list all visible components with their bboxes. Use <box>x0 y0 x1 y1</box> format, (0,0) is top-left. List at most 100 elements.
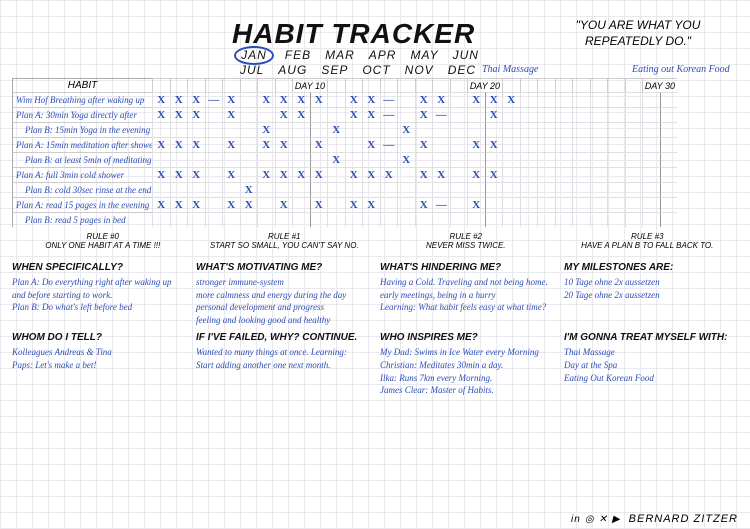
habit-cell[interactable] <box>572 197 590 212</box>
habit-cell[interactable] <box>642 197 660 212</box>
habit-cell[interactable] <box>205 182 223 197</box>
habit-cell[interactable] <box>502 152 520 167</box>
habit-cell[interactable] <box>467 152 485 167</box>
habit-cell[interactable]: X <box>222 167 240 182</box>
habit-cell[interactable] <box>292 197 310 212</box>
habit-cell[interactable] <box>205 152 223 167</box>
habit-cell[interactable] <box>187 212 205 227</box>
habit-cell[interactable] <box>642 182 660 197</box>
habit-cell[interactable]: X <box>275 137 293 152</box>
habit-cell[interactable] <box>625 197 643 212</box>
habit-cell[interactable] <box>625 107 643 122</box>
habit-cell[interactable] <box>590 92 608 107</box>
habit-cell[interactable] <box>502 167 520 182</box>
habit-cell[interactable] <box>537 212 555 227</box>
habit-cell[interactable] <box>275 152 293 167</box>
habit-cell[interactable] <box>537 152 555 167</box>
habit-cell[interactable] <box>572 212 590 227</box>
habit-cell[interactable] <box>152 212 170 227</box>
habit-cell[interactable] <box>187 152 205 167</box>
habit-cell[interactable] <box>327 167 345 182</box>
habit-cell[interactable] <box>275 182 293 197</box>
habit-cell[interactable] <box>537 137 555 152</box>
social-icon[interactable]: ▶ <box>612 514 621 525</box>
habit-cell[interactable] <box>660 167 678 182</box>
habit-cell[interactable]: — <box>432 197 450 212</box>
habit-cell[interactable]: X <box>152 92 170 107</box>
habit-cell[interactable] <box>485 122 503 137</box>
habit-cell[interactable]: X <box>275 92 293 107</box>
habit-cell[interactable] <box>205 137 223 152</box>
habit-cell[interactable] <box>415 182 433 197</box>
habit-cell[interactable] <box>327 107 345 122</box>
habit-cell[interactable] <box>292 182 310 197</box>
habit-cell[interactable]: X <box>275 167 293 182</box>
habit-cell[interactable] <box>485 197 503 212</box>
habit-cell[interactable] <box>327 212 345 227</box>
habit-cell[interactable] <box>415 122 433 137</box>
habit-cell[interactable] <box>187 182 205 197</box>
habit-cell[interactable] <box>380 212 398 227</box>
habit-cell[interactable] <box>467 107 485 122</box>
habit-cell[interactable] <box>660 92 678 107</box>
habit-cell[interactable] <box>432 212 450 227</box>
habit-cell[interactable] <box>555 122 573 137</box>
habit-cell[interactable]: X <box>240 182 258 197</box>
habit-cell[interactable] <box>205 107 223 122</box>
habit-cell[interactable] <box>642 92 660 107</box>
habit-cell[interactable] <box>555 197 573 212</box>
habit-cell[interactable] <box>327 92 345 107</box>
habit-cell[interactable] <box>240 152 258 167</box>
habit-cell[interactable] <box>450 107 468 122</box>
habit-cell[interactable]: X <box>467 92 485 107</box>
habit-cell[interactable] <box>502 107 520 122</box>
habit-cell[interactable] <box>572 122 590 137</box>
habit-cell[interactable] <box>572 92 590 107</box>
habit-cell[interactable] <box>362 212 380 227</box>
habit-cell[interactable] <box>362 152 380 167</box>
habit-cell[interactable] <box>397 92 415 107</box>
habit-cell[interactable]: X <box>415 92 433 107</box>
habit-cell[interactable] <box>292 212 310 227</box>
habit-cell[interactable]: X <box>292 167 310 182</box>
habit-cell[interactable] <box>660 107 678 122</box>
habit-cell[interactable]: X <box>240 197 258 212</box>
habit-cell[interactable] <box>625 212 643 227</box>
habit-cell[interactable] <box>520 167 538 182</box>
habit-cell[interactable]: X <box>187 92 205 107</box>
social-icon[interactable]: in <box>571 514 581 525</box>
habit-cell[interactable]: X <box>432 167 450 182</box>
habit-cell[interactable] <box>450 182 468 197</box>
habit-cell[interactable] <box>485 212 503 227</box>
habit-cell[interactable] <box>397 197 415 212</box>
habit-cell[interactable] <box>485 182 503 197</box>
month-feb[interactable]: FEB <box>285 48 311 63</box>
habit-cell[interactable] <box>257 212 275 227</box>
habit-cell[interactable] <box>537 167 555 182</box>
habit-cell[interactable]: X <box>222 107 240 122</box>
habit-cell[interactable] <box>222 152 240 167</box>
habit-cell[interactable] <box>310 212 328 227</box>
habit-cell[interactable] <box>240 122 258 137</box>
habit-cell[interactable] <box>520 107 538 122</box>
habit-cell[interactable] <box>415 212 433 227</box>
habit-cell[interactable] <box>607 212 625 227</box>
habit-cell[interactable] <box>520 152 538 167</box>
habit-cell[interactable]: X <box>152 107 170 122</box>
habit-cell[interactable] <box>537 107 555 122</box>
habit-cell[interactable] <box>450 122 468 137</box>
habit-cell[interactable] <box>537 182 555 197</box>
habit-cell[interactable] <box>222 122 240 137</box>
habit-cell[interactable]: X <box>152 167 170 182</box>
habit-cell[interactable] <box>625 182 643 197</box>
habit-cell[interactable] <box>502 122 520 137</box>
habit-cell[interactable] <box>502 197 520 212</box>
habit-cell[interactable] <box>642 167 660 182</box>
habit-cell[interactable] <box>450 212 468 227</box>
habit-cell[interactable]: X <box>187 107 205 122</box>
month-mar[interactable]: MAR <box>325 48 355 63</box>
habit-cell[interactable]: X <box>397 152 415 167</box>
habit-cell[interactable]: X <box>170 167 188 182</box>
habit-cell[interactable]: X <box>170 137 188 152</box>
habit-cell[interactable] <box>170 122 188 137</box>
